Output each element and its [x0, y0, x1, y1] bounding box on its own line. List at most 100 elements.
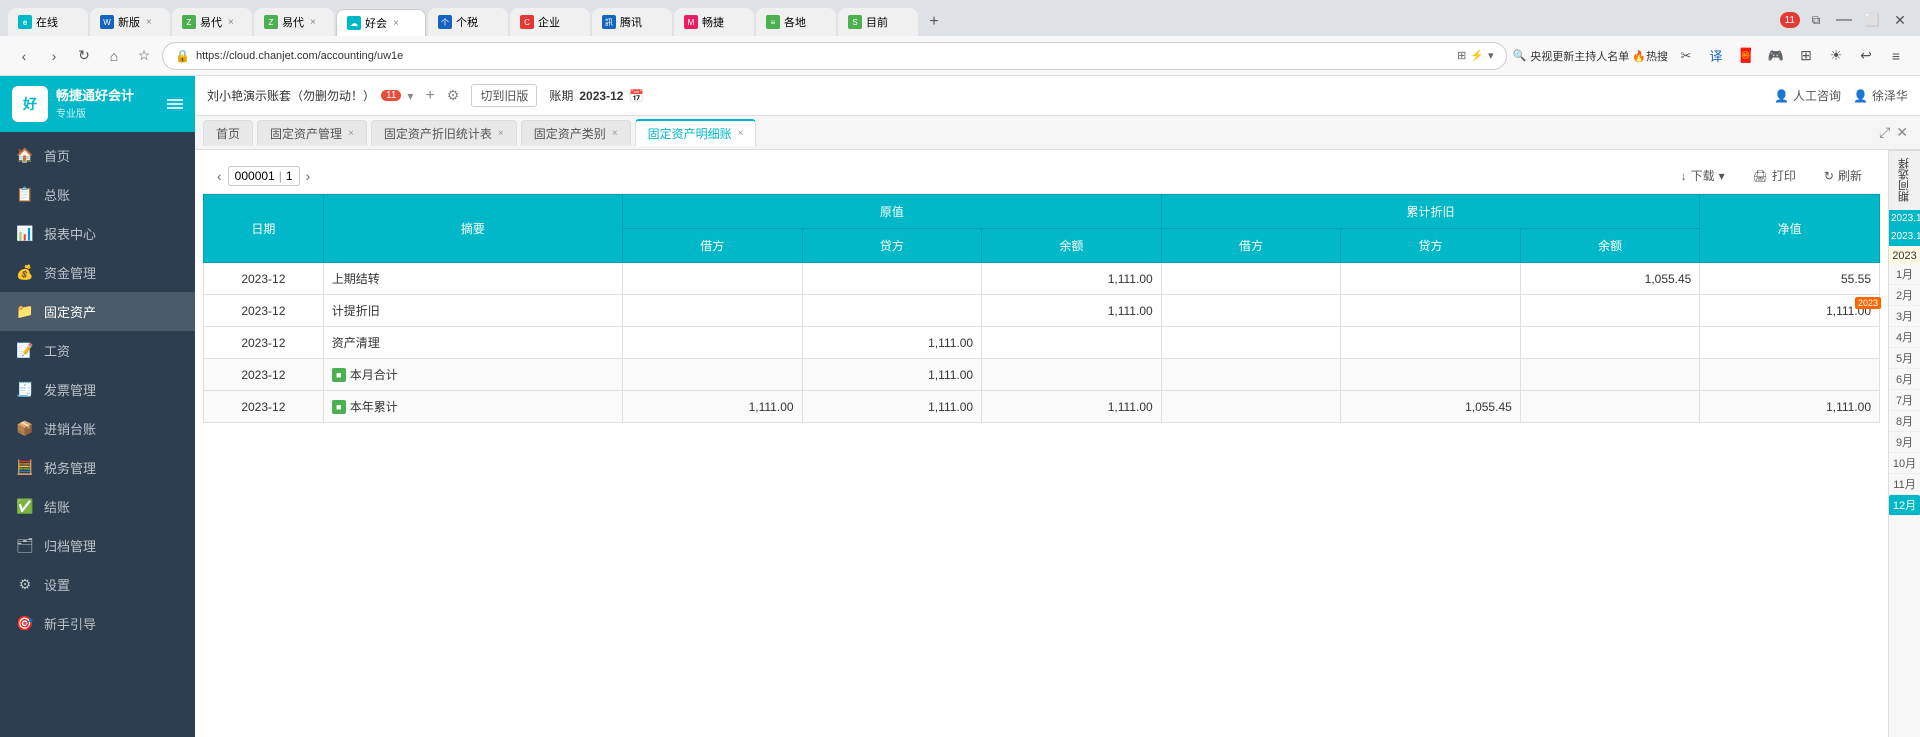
tab-icon-new: W — [100, 15, 114, 29]
sidebar-item-purchase[interactable]: 📦 进销台账 — [0, 409, 195, 448]
sidebar-item-salary[interactable]: 📝 工资 — [0, 331, 195, 370]
address-dropdown-icon[interactable]: ▾ — [1488, 49, 1494, 62]
period-month-4[interactable]: 4月 — [1889, 327, 1920, 348]
add-account-btn[interactable]: + — [425, 87, 434, 105]
guide-icon: 🎯 — [16, 615, 34, 633]
nav-undo[interactable]: ↩ — [1854, 44, 1878, 68]
tab-close-yidai2[interactable]: × — [310, 17, 316, 28]
sidebar-item-close[interactable]: ✅ 结账 — [0, 487, 195, 526]
page-tab-fa-mgmt[interactable]: 固定资产管理 × — [257, 120, 367, 146]
tab-geshui[interactable]: 个 个税 — [428, 8, 508, 36]
page-tab-fa-detail-close[interactable]: × — [738, 128, 744, 139]
nav-brightness[interactable]: ☀ — [1824, 44, 1848, 68]
address-bar[interactable]: 🔒 https://cloud.chanjet.com/accounting/u… — [162, 42, 1507, 70]
period-month-2[interactable]: 2月 — [1889, 285, 1920, 306]
tab-muqian[interactable]: S 目前 — [838, 8, 918, 36]
sidebar-item-funds[interactable]: 💰 资金管理 — [0, 253, 195, 292]
nav-game[interactable]: 🎮 — [1764, 44, 1788, 68]
page-separator: | — [279, 169, 282, 183]
service-btn[interactable]: 👤 人工咨询 — [1774, 87, 1841, 104]
nav-home[interactable]: ⌂ — [102, 44, 126, 68]
sidebar-item-settings[interactable]: ⚙ 设置 — [0, 565, 195, 604]
page-tab-fa-mgmt-close[interactable]: × — [348, 128, 354, 139]
tab-close-yidai1[interactable]: × — [228, 17, 234, 28]
browser-minimize[interactable]: — — [1832, 8, 1856, 32]
tab-panel-restore[interactable]: ⤢ — [1879, 124, 1890, 141]
period-month-9[interactable]: 9月 — [1889, 432, 1920, 453]
nav-back[interactable]: ‹ — [12, 44, 36, 68]
sidebar-logo: 好 畅捷通好会计 专业版 — [0, 76, 195, 132]
tab-yidai2[interactable]: Z 易代 × — [254, 8, 334, 36]
sidebar-item-home[interactable]: 🏠 首页 — [0, 136, 195, 175]
sidebar-menu: 🏠 首页 📋 总账 📊 报表中心 💰 资金管理 📁 固定资产 📝 工资 — [0, 132, 195, 737]
period-month-8[interactable]: 8月 — [1889, 411, 1920, 432]
sidebar-item-invoice[interactable]: 🧾 发票管理 — [0, 370, 195, 409]
dropdown-icon[interactable]: ▾ — [407, 89, 413, 103]
tab-qiye[interactable]: C 企业 — [510, 8, 590, 36]
tab-tengxun[interactable]: 訊 腾讯 — [592, 8, 672, 36]
page-tab-fa-category-close[interactable]: × — [612, 128, 618, 139]
browser-maximize[interactable]: ⬜ — [1860, 8, 1884, 32]
tab-panel-close[interactable]: ✕ — [1896, 124, 1908, 141]
tax-icon: 🧮 — [16, 459, 34, 477]
user-profile-btn[interactable]: 👤 徐泽华 — [1853, 87, 1908, 104]
period-month-5[interactable]: 5月 — [1889, 348, 1920, 369]
period-month-10[interactable]: 10月 — [1889, 453, 1920, 474]
nav-coupon[interactable]: 🧧 — [1734, 44, 1758, 68]
period-month-3[interactable]: 3月 — [1889, 306, 1920, 327]
nav-scissors[interactable]: ✂ — [1674, 44, 1698, 68]
print-btn[interactable]: 🖨 打印 — [1745, 164, 1804, 187]
page-tab-depreciation-label: 固定资产折旧统计表 — [384, 125, 492, 142]
tab-gedi[interactable]: ≡ 各地 — [756, 8, 836, 36]
period-selected-top[interactable]: 2023.12 — [1889, 210, 1920, 228]
tab-yidai1[interactable]: Z 易代 × — [172, 8, 252, 36]
tab-online[interactable]: e 在线 — [8, 8, 88, 36]
tab-haohui[interactable]: ☁ 好会 × — [336, 9, 426, 36]
page-tab-depreciation[interactable]: 固定资产折旧统计表 × — [371, 120, 517, 146]
download-btn[interactable]: ↓ 下载 ▾ — [1673, 164, 1733, 187]
prev-page-btn[interactable]: ‹ — [213, 166, 226, 186]
switch-version-btn[interactable]: 切到旧版 — [471, 84, 537, 107]
tab-close-haohui[interactable]: × — [393, 18, 399, 29]
sidebar-item-fixed-assets[interactable]: 📁 固定资产 — [0, 292, 195, 331]
cell-ov-balance-3 — [982, 327, 1162, 359]
period-month-6[interactable]: 6月 — [1889, 369, 1920, 390]
nav-apps[interactable]: ⊞ — [1794, 44, 1818, 68]
sidebar-item-archive[interactable]: 🗂 归档管理 — [0, 526, 195, 565]
period-month-11[interactable]: 11月 — [1889, 474, 1920, 495]
browser-tab-view[interactable]: ⧉ — [1804, 8, 1828, 32]
nav-forward[interactable]: › — [42, 44, 66, 68]
browser-badge: 11 — [1780, 12, 1800, 28]
nav-translate[interactable]: 译 — [1704, 44, 1728, 68]
logo-sub: 专业版 — [56, 105, 134, 120]
browser-close[interactable]: ✕ — [1888, 8, 1912, 32]
nav-bookmark[interactable]: ☆ — [132, 44, 156, 68]
page-tab-fa-detail[interactable]: 固定资产明细账 × — [635, 119, 757, 146]
period-selected-bottom[interactable]: 2023.12 — [1889, 228, 1920, 246]
next-page-btn[interactable]: › — [302, 166, 315, 186]
period-month-7[interactable]: 7月 — [1889, 390, 1920, 411]
address-grid-icon[interactable]: ⊞ — [1457, 49, 1466, 62]
nav-refresh[interactable]: ↻ — [72, 44, 96, 68]
sidebar-item-tax[interactable]: 🧮 税务管理 — [0, 448, 195, 487]
sidebar-item-ledger[interactable]: 📋 总账 — [0, 175, 195, 214]
page-tab-home[interactable]: 首页 — [203, 120, 253, 146]
cell-summary-1: 上期结转 — [323, 263, 622, 295]
refresh-btn[interactable]: ↻ 刷新 — [1816, 164, 1870, 187]
settings-gear-btn[interactable]: ⚙ — [447, 87, 460, 104]
calendar-icon[interactable]: 📅 — [629, 89, 644, 103]
new-tab-btn[interactable]: + — [920, 8, 948, 36]
sidebar-item-guide[interactable]: 🎯 新手引导 — [0, 604, 195, 643]
nav-menu[interactable]: ≡ — [1884, 44, 1908, 68]
tab-new[interactable]: W 新版 × — [90, 8, 170, 36]
period-month-1[interactable]: 1月 — [1889, 264, 1920, 285]
page-tab-fa-category[interactable]: 固定资产类别 × — [521, 120, 631, 146]
sidebar-item-reports[interactable]: 📊 报表中心 — [0, 214, 195, 253]
address-lightning-icon[interactable]: ⚡ — [1470, 49, 1484, 62]
cell-ad-balance-2 — [1520, 295, 1700, 327]
tab-close-new[interactable]: × — [146, 17, 152, 28]
period-month-12[interactable]: 12月 — [1889, 495, 1920, 516]
cell-ov-debit-2 — [622, 295, 802, 327]
page-tab-depreciation-close[interactable]: × — [498, 128, 504, 139]
tab-changjie[interactable]: M 畅捷 — [674, 8, 754, 36]
